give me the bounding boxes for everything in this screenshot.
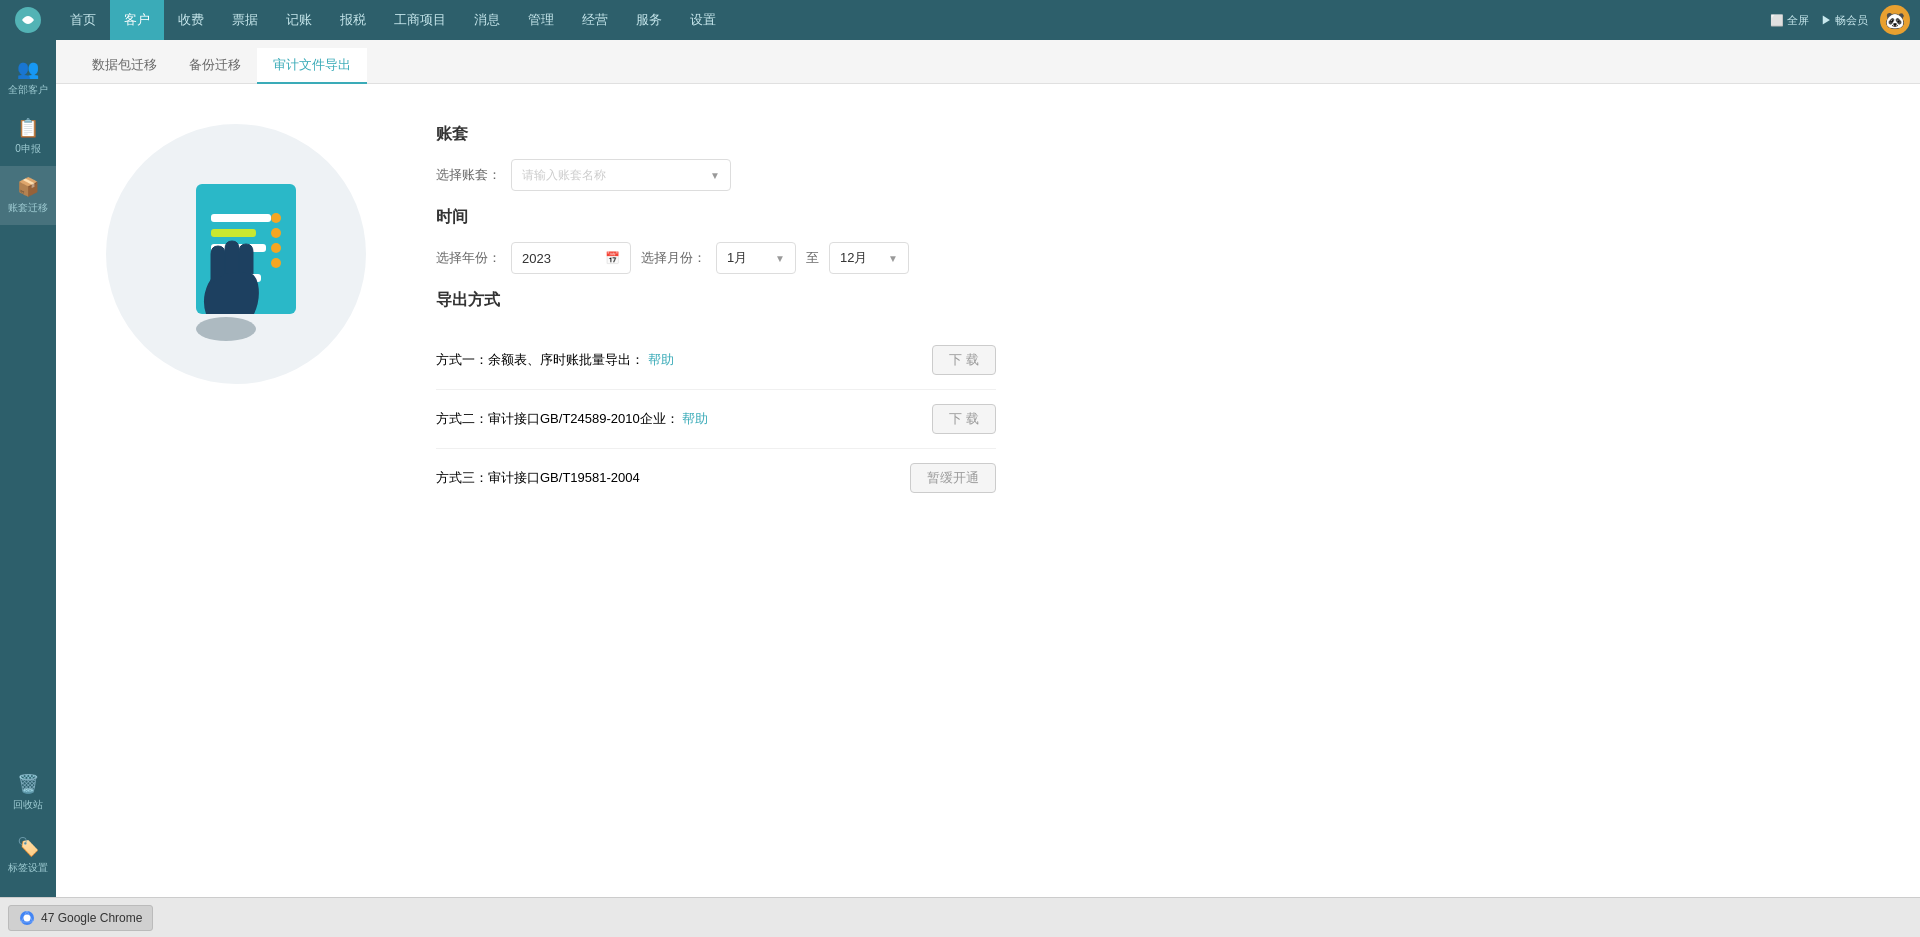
page-content: 账套 选择账套： 请输入账套名称 ▼ 时间 选择年份： 2: [56, 84, 1920, 897]
method-1-download-btn[interactable]: 下 载: [932, 345, 996, 375]
month-start-value: 1月: [727, 249, 747, 267]
method-2-help-link[interactable]: 帮助: [682, 411, 708, 426]
export-methods: 方式一：余额表、序时账批量导出： 帮助 下 载 方式二：审计接口GB/T2458…: [436, 331, 996, 507]
taskbar-chrome-item[interactable]: 47 Google Chrome: [8, 905, 153, 931]
nav-fee[interactable]: 收费: [164, 0, 218, 40]
nav-operation[interactable]: 经营: [568, 0, 622, 40]
method-row-2: 方式二：审计接口GB/T24589-2010企业： 帮助 下 载: [436, 390, 996, 449]
account-select-input[interactable]: 请输入账套名称 ▼: [511, 159, 731, 191]
account-migrate-icon: 📦: [17, 176, 39, 198]
method-2-text: 方式二：审计接口GB/T24589-2010企业：: [436, 411, 679, 426]
month-start-chevron-icon: ▼: [775, 253, 785, 264]
nav-service[interactable]: 服务: [622, 0, 676, 40]
month-end-value: 12月: [840, 249, 867, 267]
sidebar-item-label-recycle: 回收站: [13, 798, 43, 812]
sidebar-item-account-migrate[interactable]: 📦 账套迁移: [0, 166, 56, 225]
nav-tax[interactable]: 报税: [326, 0, 380, 40]
method-row-3: 方式三：审计接口GB/T19581-2004 暂缓开通: [436, 449, 996, 507]
method-row-1: 方式一：余额表、序时账批量导出： 帮助 下 载: [436, 331, 996, 390]
illustration-area: [96, 114, 376, 394]
method-1-label: 方式一：余额表、序时账批量导出： 帮助: [436, 351, 674, 369]
recycle-icon: 🗑️: [17, 773, 39, 795]
tab-data-migrate[interactable]: 数据包迁移: [76, 48, 173, 84]
method-1-help-link[interactable]: 帮助: [648, 352, 674, 367]
fullscreen-btn[interactable]: ⬜ 全屏: [1770, 13, 1809, 28]
chevron-down-icon: ▼: [710, 170, 720, 181]
nav-menu: 首页 客户 收费 票据 记账 报税 工商项目 消息 管理 经营 服务 设置: [56, 0, 1770, 40]
nav-message[interactable]: 消息: [460, 0, 514, 40]
taskbar-item-label: 47 Google Chrome: [41, 911, 142, 925]
tag-icon: 🏷️: [17, 836, 39, 858]
method-2-download-btn[interactable]: 下 载: [932, 404, 996, 434]
calendar-icon: 📅: [605, 251, 620, 265]
year-value: 2023: [522, 251, 551, 266]
month-select-label: 选择月份：: [641, 249, 706, 267]
nav-customer[interactable]: 客户: [110, 0, 164, 40]
svg-point-9: [271, 243, 281, 253]
vip-btn[interactable]: ▶ 畅会员: [1821, 13, 1868, 28]
method-3-label: 方式三：审计接口GB/T19581-2004: [436, 469, 640, 487]
account-input-placeholder: 请输入账套名称: [522, 167, 606, 184]
nav-right-area: ⬜ 全屏 ▶ 畅会员 🐼: [1770, 5, 1910, 35]
nav-bookkeeping[interactable]: 记账: [272, 0, 326, 40]
logo[interactable]: [10, 2, 46, 38]
year-input[interactable]: 2023 📅: [511, 242, 631, 274]
section-account-title: 账套: [436, 124, 996, 145]
sidebar-bottom: 🗑️ 回收站 🏷️ 标签设置: [0, 763, 56, 897]
sidebar-item-zero-declare[interactable]: 📋 0申报: [0, 107, 56, 166]
nav-settings[interactable]: 设置: [676, 0, 730, 40]
svg-point-11: [196, 317, 256, 341]
nav-home[interactable]: 首页: [56, 0, 110, 40]
to-label: 至: [806, 249, 819, 267]
sidebar: 👥 全部客户 📋 0申报 📦 账套迁移 🗑️ 回收站 🏷️ 标签设置: [0, 40, 56, 897]
method-3-text: 方式三：审计接口GB/T19581-2004: [436, 470, 640, 485]
account-select-row: 选择账套： 请输入账套名称 ▼: [436, 159, 996, 191]
month-end-select[interactable]: 12月 ▼: [829, 242, 909, 274]
method-3-soon-btn: 暂缓开通: [910, 463, 996, 493]
svg-rect-3: [211, 229, 256, 237]
main-layout: 👥 全部客户 📋 0申报 📦 账套迁移 🗑️ 回收站 🏷️ 标签设置 数据包迁移: [0, 40, 1920, 897]
zero-declare-icon: 📋: [17, 117, 39, 139]
svg-point-10: [271, 258, 281, 268]
sidebar-item-tag[interactable]: 🏷️ 标签设置: [0, 826, 56, 885]
chrome-icon: [19, 910, 35, 926]
svg-point-8: [271, 228, 281, 238]
avatar[interactable]: 🐼: [1880, 5, 1910, 35]
all-customers-icon: 👥: [17, 58, 39, 80]
month-end-chevron-icon: ▼: [888, 253, 898, 264]
form-area: 账套 选择账套： 请输入账套名称 ▼ 时间 选择年份： 2: [436, 114, 996, 507]
nav-invoice[interactable]: 票据: [218, 0, 272, 40]
nav-business[interactable]: 工商项目: [380, 0, 460, 40]
sidebar-item-recycle[interactable]: 🗑️ 回收站: [0, 763, 56, 822]
tab-bar: 数据包迁移 备份迁移 审计文件导出: [56, 40, 1920, 84]
tab-audit-export[interactable]: 审计文件导出: [257, 48, 367, 84]
sidebar-item-label-tag: 标签设置: [8, 861, 48, 875]
account-select-label: 选择账套：: [436, 166, 501, 184]
sidebar-item-label-zero-declare: 0申报: [15, 142, 41, 156]
sidebar-item-all-customers[interactable]: 👥 全部客户: [0, 48, 56, 107]
sidebar-item-label-migrate: 账套迁移: [8, 201, 48, 215]
time-row: 选择年份： 2023 📅 选择月份： 1月 ▼ 至 12月: [436, 242, 996, 274]
method-2-label: 方式二：审计接口GB/T24589-2010企业： 帮助: [436, 410, 708, 428]
taskbar: 47 Google Chrome: [0, 897, 1920, 937]
year-select-label: 选择年份：: [436, 249, 501, 267]
sidebar-item-label-all-customers: 全部客户: [8, 83, 48, 97]
svg-rect-2: [211, 214, 271, 222]
content-area: 数据包迁移 备份迁移 审计文件导出: [56, 40, 1920, 897]
illustration-circle: [106, 124, 366, 384]
top-navigation: 首页 客户 收费 票据 记账 报税 工商项目 消息 管理 经营 服务 设置 ⬜ …: [0, 0, 1920, 40]
tab-backup-migrate[interactable]: 备份迁移: [173, 48, 257, 84]
export-container: 账套 选择账套： 请输入账套名称 ▼ 时间 选择年份： 2: [96, 114, 996, 507]
nav-manage[interactable]: 管理: [514, 0, 568, 40]
svg-point-7: [271, 213, 281, 223]
section-time-title: 时间: [436, 207, 996, 228]
month-start-select[interactable]: 1月 ▼: [716, 242, 796, 274]
method-1-text: 方式一：余额表、序时账批量导出：: [436, 352, 644, 367]
section-export-title: 导出方式: [436, 290, 996, 311]
